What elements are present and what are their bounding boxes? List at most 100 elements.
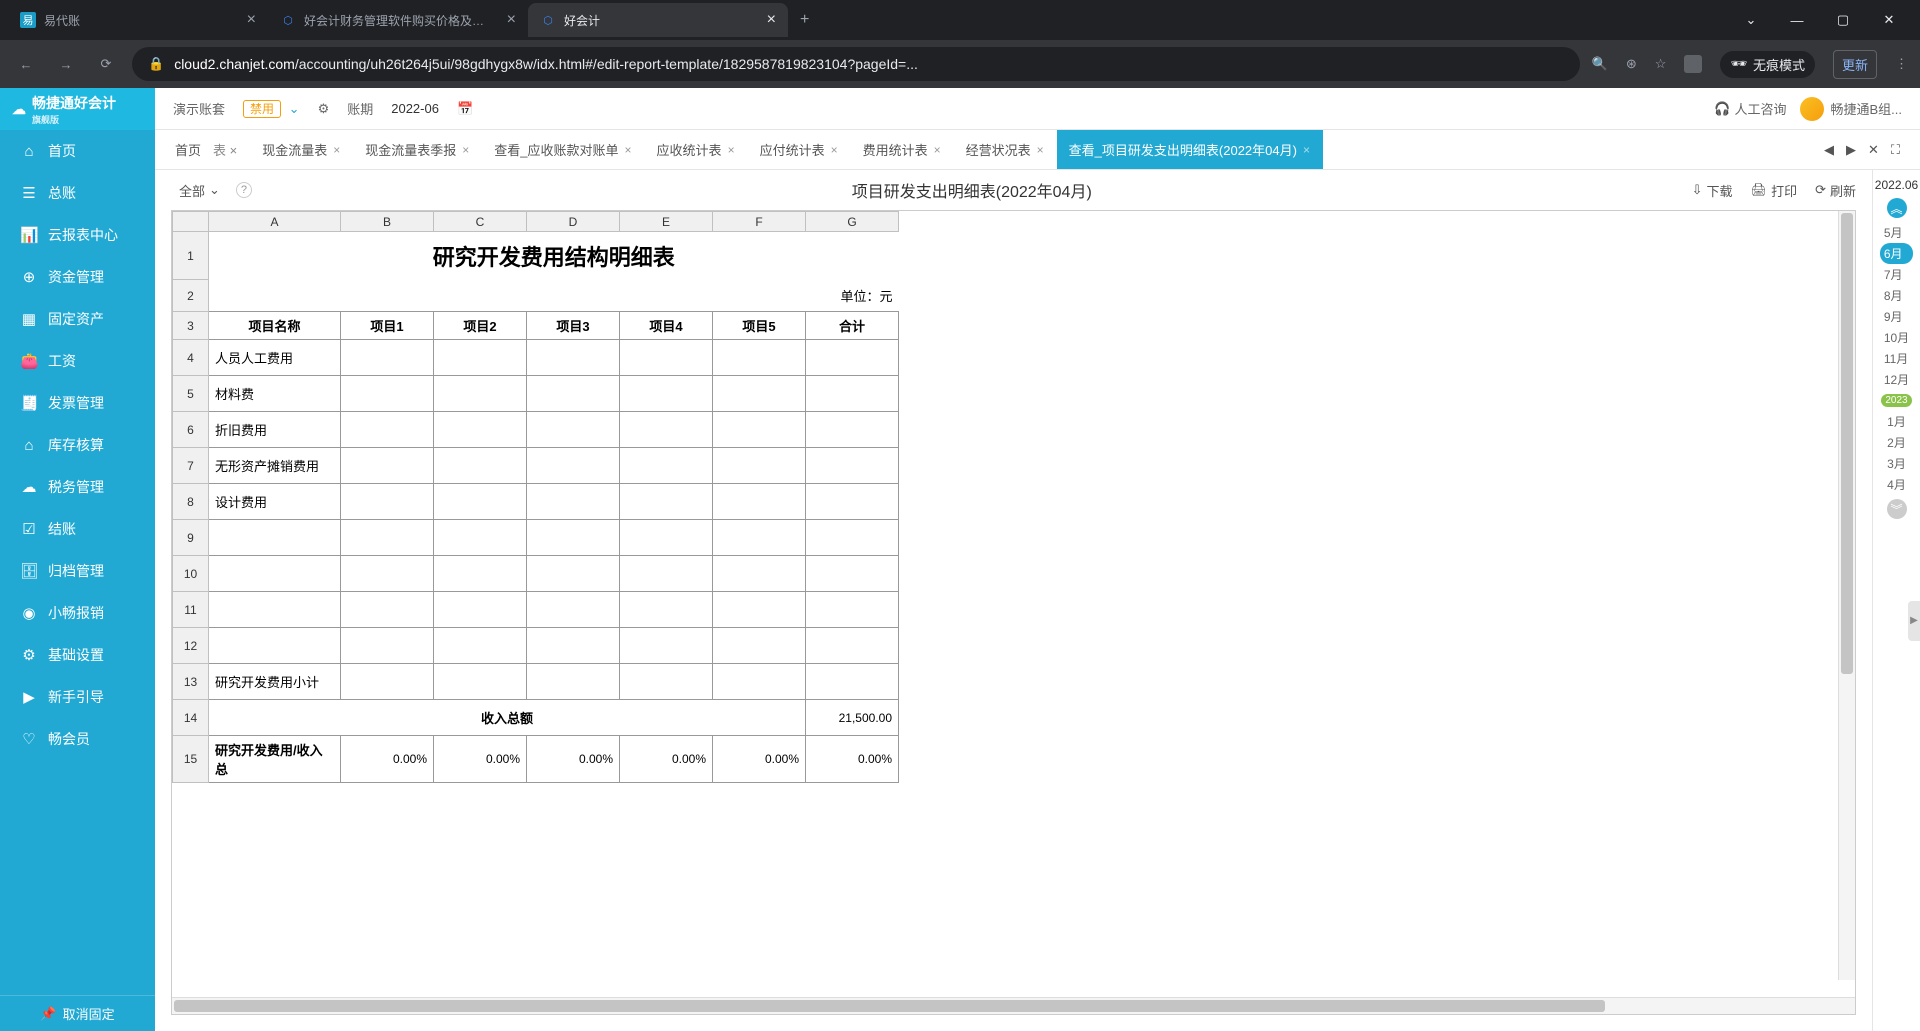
print-button[interactable]: 🖨打印	[1751, 181, 1798, 200]
row-label[interactable]: 折旧费用	[209, 412, 341, 448]
close-icon[interactable]: ×	[934, 143, 941, 157]
sidebar-unpin[interactable]: 📌 取消固定	[0, 995, 155, 1031]
back-button[interactable]: ←	[12, 57, 40, 72]
forward-button[interactable]: →	[52, 57, 80, 72]
data-cell[interactable]	[341, 556, 434, 592]
close-icon[interactable]: ×	[831, 143, 838, 157]
sidebar-item-0[interactable]: ⌂首页	[0, 130, 155, 172]
sidebar-item-2[interactable]: 📊云报表中心	[0, 214, 155, 256]
data-cell[interactable]	[806, 628, 899, 664]
data-cell[interactable]	[527, 376, 620, 412]
data-cell[interactable]	[341, 484, 434, 520]
row-head[interactable]: 4	[173, 340, 209, 376]
month-item[interactable]: 10月	[1880, 327, 1913, 348]
doc-tab-0[interactable]: 首页表 ×	[163, 130, 250, 169]
income-label[interactable]: 收入总额	[209, 700, 806, 736]
month-item[interactable]: 4月	[1883, 474, 1910, 495]
data-cell[interactable]	[620, 484, 713, 520]
row-label[interactable]	[209, 628, 341, 664]
col-head-G[interactable]: G	[806, 212, 899, 232]
doc-tab-7[interactable]: 经营状况表×	[954, 130, 1057, 169]
menu-icon[interactable]: ⋮	[1895, 56, 1908, 72]
close-icon[interactable]: ×	[507, 11, 516, 29]
sidebar-logo[interactable]: ☁ 畅捷通好会计 旗舰版	[0, 88, 155, 130]
data-cell[interactable]	[806, 484, 899, 520]
income-total[interactable]: 21,500.00	[806, 700, 899, 736]
row-head[interactable]: 1	[173, 232, 209, 280]
row-head[interactable]: 7	[173, 448, 209, 484]
row-head[interactable]: 2	[173, 280, 209, 312]
data-cell[interactable]	[620, 592, 713, 628]
translate-icon[interactable]: ⊛	[1626, 56, 1637, 72]
data-cell[interactable]	[341, 448, 434, 484]
data-cell[interactable]	[806, 448, 899, 484]
data-cell[interactable]	[713, 484, 806, 520]
data-cell[interactable]	[713, 376, 806, 412]
data-cell[interactable]	[527, 412, 620, 448]
col-head-E[interactable]: E	[620, 212, 713, 232]
month-item[interactable]: 5月	[1880, 222, 1913, 243]
sheet-corner[interactable]	[173, 212, 209, 232]
data-cell[interactable]	[806, 376, 899, 412]
doc-tab-8[interactable]: 查看_项目研发支出明细表(2022年04月)×	[1057, 130, 1323, 169]
browser-tab-0[interactable]: 易 易代账 ×	[8, 3, 268, 37]
month-down[interactable]: ︾	[1887, 499, 1907, 519]
col-head-C[interactable]: C	[434, 212, 527, 232]
browser-tab-2[interactable]: ⬡ 好会计 ×	[528, 3, 788, 37]
month-item[interactable]: 9月	[1880, 306, 1913, 327]
close-icon[interactable]: ×	[1037, 143, 1044, 157]
data-cell[interactable]	[527, 340, 620, 376]
month-up[interactable]: ︽	[1887, 198, 1907, 218]
spreadsheet-viewport[interactable]: A B C D E F G 1 研究开发费用结构明细表	[172, 211, 1855, 997]
data-cell[interactable]	[713, 412, 806, 448]
data-cell[interactable]	[434, 484, 527, 520]
ratio-val[interactable]: 0.00%	[434, 736, 527, 783]
window-minimize[interactable]: ―	[1774, 3, 1820, 37]
subtotal-label[interactable]: 研究开发费用小计	[209, 664, 341, 700]
month-item[interactable]: 1月	[1883, 411, 1910, 432]
tab-scroll-right[interactable]: ▶	[1846, 142, 1856, 158]
data-cell[interactable]	[620, 376, 713, 412]
user-info[interactable]: 畅捷通B组...	[1800, 97, 1902, 121]
col-head-F[interactable]: F	[713, 212, 806, 232]
row-label[interactable]: 无形资产摊销费用	[209, 448, 341, 484]
month-year[interactable]: 2022.06	[1875, 176, 1918, 194]
data-cell[interactable]	[341, 628, 434, 664]
month-item[interactable]: 2月	[1883, 432, 1910, 453]
sidebar-item-4[interactable]: ▦固定资产	[0, 298, 155, 340]
address-bar[interactable]: 🔒 cloud2.chanjet.com/accounting/uh26t264…	[132, 47, 1580, 81]
calendar-icon[interactable]: 📅	[457, 101, 473, 117]
data-cell[interactable]	[713, 628, 806, 664]
disable-button[interactable]: 禁用	[243, 100, 281, 118]
row-head[interactable]: 12	[173, 628, 209, 664]
row-head[interactable]: 9	[173, 520, 209, 556]
extension-icon[interactable]	[1684, 55, 1702, 73]
data-cell[interactable]	[341, 376, 434, 412]
collapse-handle[interactable]: ▶	[1908, 601, 1920, 641]
data-cell[interactable]	[527, 484, 620, 520]
data-cell[interactable]	[341, 340, 434, 376]
month-item[interactable]: 6月	[1880, 243, 1913, 264]
row-label[interactable]: 人员人工费用	[209, 340, 341, 376]
sidebar-item-5[interactable]: 👛工资	[0, 340, 155, 382]
vertical-scrollbar[interactable]	[1838, 211, 1855, 980]
reload-button[interactable]: ⟳	[92, 56, 120, 72]
data-cell[interactable]	[527, 448, 620, 484]
window-close[interactable]: ✕	[1866, 3, 1912, 37]
data-cell[interactable]	[434, 556, 527, 592]
sidebar-item-7[interactable]: ⌂库存核算	[0, 424, 155, 466]
data-cell[interactable]	[434, 412, 527, 448]
data-cell[interactable]	[434, 448, 527, 484]
row-label[interactable]	[209, 556, 341, 592]
data-cell[interactable]	[620, 520, 713, 556]
close-icon[interactable]: ×	[1303, 143, 1310, 157]
doc-tab-1[interactable]: 现金流量表×	[250, 130, 353, 169]
data-cell[interactable]	[434, 376, 527, 412]
data-cell[interactable]	[806, 556, 899, 592]
data-cell[interactable]	[806, 340, 899, 376]
new-tab-button[interactable]: +	[788, 11, 821, 29]
sidebar-item-10[interactable]: 🗄归档管理	[0, 550, 155, 592]
data-cell[interactable]	[434, 628, 527, 664]
data-cell[interactable]	[434, 520, 527, 556]
horizontal-scrollbar[interactable]	[172, 997, 1855, 1014]
